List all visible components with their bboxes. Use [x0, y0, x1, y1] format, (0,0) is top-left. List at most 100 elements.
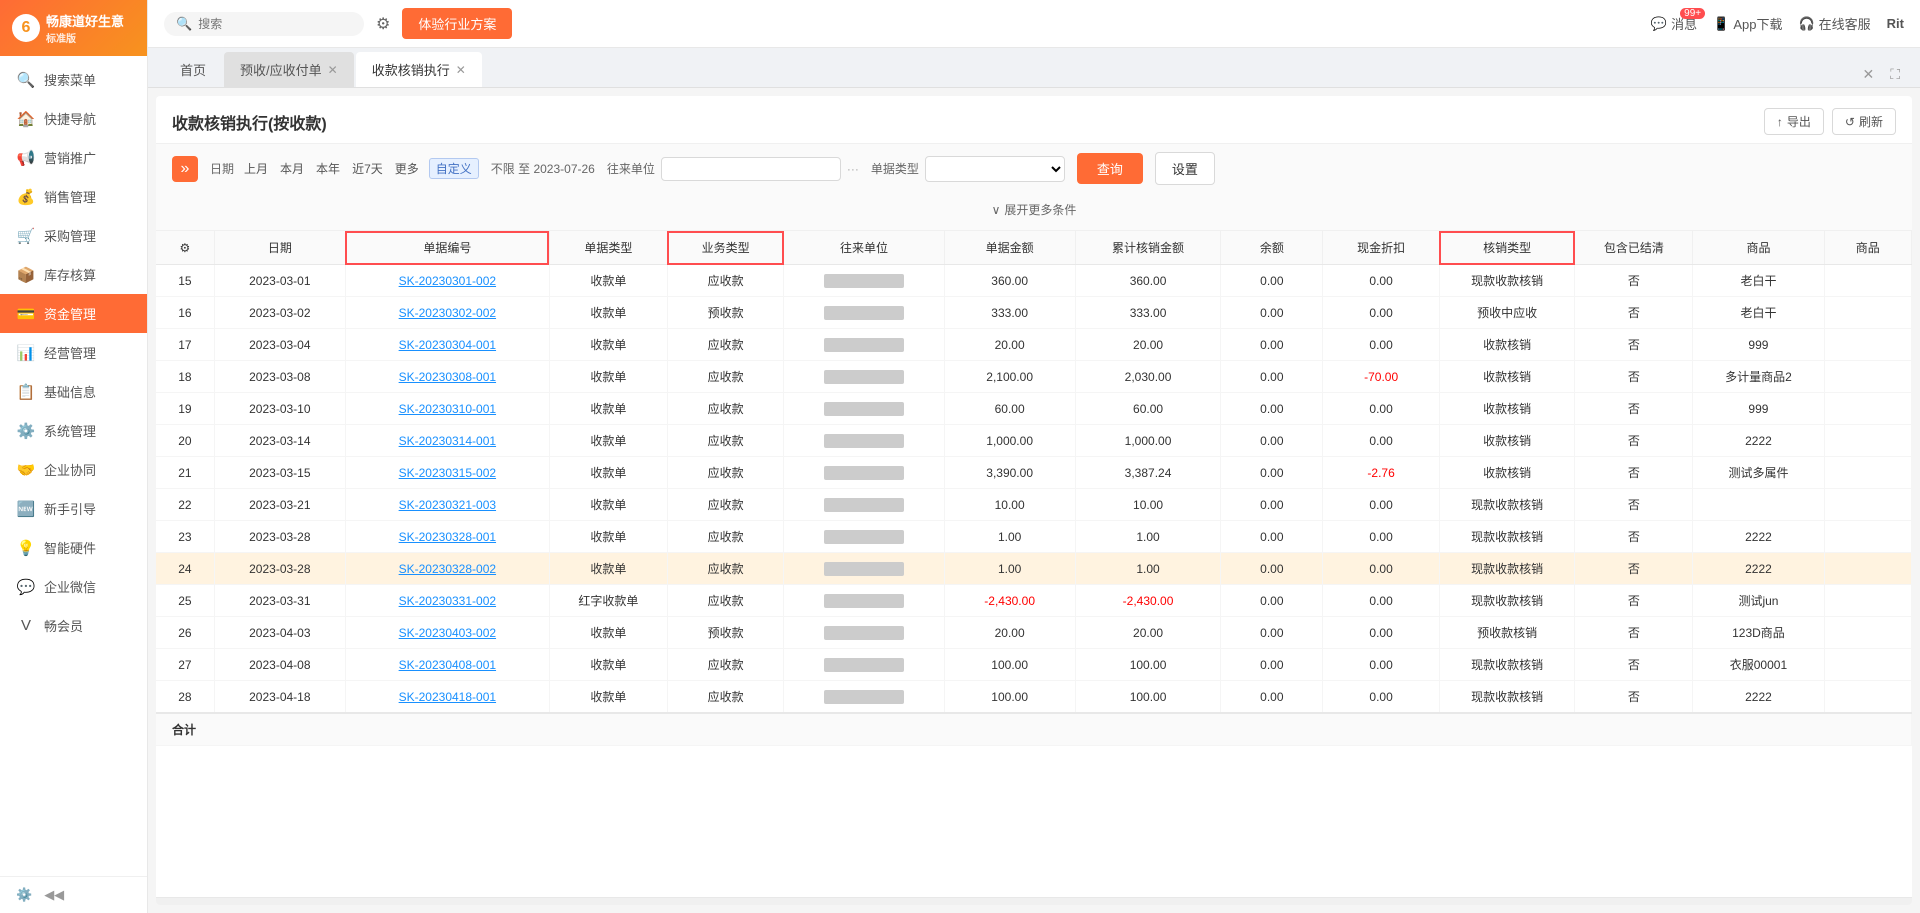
cell-offset-type: 收款核销 [1439, 361, 1575, 393]
doc-num-link[interactable]: SK-20230328-002 [399, 562, 496, 576]
doc-num-link[interactable]: SK-20230315-002 [399, 466, 496, 480]
sidebar-item-inventory[interactable]: 📦库存核算 [0, 255, 147, 294]
sidebar-item-hardware[interactable]: 💡智能硬件 [0, 528, 147, 567]
col-discount: 现金折扣 [1323, 231, 1440, 265]
cell-amount: 360.00 [944, 265, 1075, 297]
doc-num-link[interactable]: SK-20230403-002 [399, 626, 496, 640]
doc-num-link[interactable]: SK-20230408-001 [399, 658, 496, 672]
table-row[interactable]: 19 2023-03-10 SK-20230310-001 收款单 应收款 60… [156, 393, 1912, 425]
tab-fullscreen-btn[interactable]: ⛶ [1886, 62, 1904, 87]
table-row[interactable]: 27 2023-04-08 SK-20230408-001 收款单 应收款 10… [156, 649, 1912, 681]
cell-settled: 否 [1575, 553, 1693, 585]
table-row[interactable]: 17 2023-03-04 SK-20230304-001 收款单 应收款 20… [156, 329, 1912, 361]
table-row[interactable]: 23 2023-03-28 SK-20230328-001 收款单 应收款 1.… [156, 521, 1912, 553]
query-btn[interactable]: 查询 [1077, 153, 1143, 184]
tab-prereceipt-label: 预收/应收付单 [240, 60, 322, 79]
table-row[interactable]: 26 2023-04-03 SK-20230403-002 收款单 预收款 20… [156, 617, 1912, 649]
doc-num-link[interactable]: SK-20230302-002 [399, 306, 496, 320]
app-download-btn[interactable]: 📱 App下载 [1713, 14, 1782, 33]
cell-date: 2023-04-18 [214, 681, 345, 714]
service-btn[interactable]: 🎧 在线客服 [1798, 14, 1870, 33]
table-row[interactable]: 21 2023-03-15 SK-20230315-002 收款单 应收款 3,… [156, 457, 1912, 489]
doc-num-link[interactable]: SK-20230301-002 [399, 274, 496, 288]
table-row[interactable]: 24 2023-03-28 SK-20230328-002 收款单 应收款 1.… [156, 553, 1912, 585]
cell-amount: 1.00 [944, 521, 1075, 553]
cell-offset-type: 现款收款核销 [1439, 649, 1575, 681]
cell-biz-type: 应收款 [667, 489, 784, 521]
tab-collection-close[interactable]: ✕ [456, 63, 466, 77]
col-settings-icon[interactable]: ⚙ [180, 241, 191, 255]
cell-date: 2023-03-28 [214, 521, 345, 553]
sidebar-label-enterprise: 企业协同 [44, 460, 96, 479]
custom-date-btn[interactable]: 自定义 [429, 158, 479, 179]
more-btn[interactable]: 更多 [391, 158, 423, 179]
cell-amount: 20.00 [944, 329, 1075, 361]
sidebar-item-marketing[interactable]: 📢营销推广 [0, 138, 147, 177]
table-row[interactable]: 25 2023-03-31 SK-20230331-002 红字收款单 应收款 … [156, 585, 1912, 617]
industry-btn[interactable]: 体验行业方案 [402, 8, 512, 39]
topbar-search[interactable]: 🔍 [164, 12, 364, 36]
cell-doc-num: SK-20230328-001 [345, 521, 549, 553]
table-row[interactable]: 20 2023-03-14 SK-20230314-001 收款单 应收款 1,… [156, 425, 1912, 457]
cell-discount: 0.00 [1323, 425, 1440, 457]
this-year-btn[interactable]: 本年 [312, 158, 344, 179]
doc-num-link[interactable]: SK-20230310-001 [399, 402, 496, 416]
table-row[interactable]: 18 2023-03-08 SK-20230308-001 收款单 应收款 2,… [156, 361, 1912, 393]
doc-num-link[interactable]: SK-20230328-001 [399, 530, 496, 544]
cell-no: 16 [156, 297, 214, 329]
sidebar-item-guide[interactable]: 🆕新手引导 [0, 489, 147, 528]
expand-more-btn[interactable]: ∨ 展开更多条件 [992, 201, 1077, 218]
filter-settings-btn[interactable]: 设置 [1155, 152, 1215, 185]
collapse-icon[interactable]: ◀◀ [44, 887, 64, 903]
col-date: 日期 [214, 231, 345, 265]
sidebar-item-operations[interactable]: 📊经营管理 [0, 333, 147, 372]
doctype-select[interactable] [925, 156, 1065, 182]
tab-prereceipt[interactable]: 预收/应收付单 ✕ [224, 52, 354, 87]
table-scrollbar[interactable] [156, 897, 1912, 905]
cell-doc-num: SK-20230310-001 [345, 393, 549, 425]
sidebar-item-quicknav[interactable]: 🏠快捷导航 [0, 99, 147, 138]
user-avatar[interactable]: Rit [1887, 16, 1904, 31]
doc-num-link[interactable]: SK-20230308-001 [399, 370, 496, 384]
this-month-btn[interactable]: 本月 [276, 158, 308, 179]
cell-goods2 [1824, 489, 1912, 521]
last7-btn[interactable]: 近7天 [348, 158, 387, 179]
col-balance: 余额 [1221, 231, 1323, 265]
filter-expand-btn[interactable]: » [172, 156, 198, 182]
sidebar-item-wechat[interactable]: 💬企业微信 [0, 567, 147, 606]
export-btn[interactable]: ↑ 导出 [1764, 108, 1824, 135]
system-icon: ⚙️ [16, 422, 36, 440]
table-row[interactable]: 22 2023-03-21 SK-20230321-003 收款单 应收款 10… [156, 489, 1912, 521]
gear-icon[interactable]: ⚙ [376, 14, 390, 34]
doc-num-link[interactable]: SK-20230321-003 [399, 498, 496, 512]
last-month-btn[interactable]: 上月 [240, 158, 272, 179]
refresh-icon: ↺ [1845, 115, 1855, 129]
table-row[interactable]: 15 2023-03-01 SK-20230301-002 收款单 应收款 36… [156, 265, 1912, 297]
doc-num-link[interactable]: SK-20230314-001 [399, 434, 496, 448]
cell-discount: 0.00 [1323, 297, 1440, 329]
sidebar-item-member[interactable]: V畅会员 [0, 606, 147, 645]
table-row[interactable]: 28 2023-04-18 SK-20230418-001 收款单 应收款 10… [156, 681, 1912, 714]
sidebar-item-enterprise[interactable]: 🤝企业协同 [0, 450, 147, 489]
tab-close-all-btn[interactable]: ✕ [1858, 62, 1878, 87]
col-settings[interactable]: ⚙ [156, 231, 214, 265]
doc-num-link[interactable]: SK-20230331-002 [399, 594, 496, 608]
tab-collection[interactable]: 收款核销执行 ✕ [356, 52, 482, 87]
doc-num-link[interactable]: SK-20230304-001 [399, 338, 496, 352]
tab-prereceipt-close[interactable]: ✕ [328, 63, 338, 77]
partner-input[interactable] [661, 157, 841, 181]
sidebar-item-search[interactable]: 🔍搜索菜单 [0, 60, 147, 99]
sidebar-item-base[interactable]: 📋基础信息 [0, 372, 147, 411]
sidebar-item-finance[interactable]: 💳资金管理 [0, 294, 147, 333]
message-btn[interactable]: 💬 消息 99+ [1651, 14, 1697, 33]
settings-icon[interactable]: ⚙️ [16, 887, 32, 903]
table-row[interactable]: 16 2023-03-02 SK-20230302-002 收款单 预收款 33… [156, 297, 1912, 329]
refresh-btn[interactable]: ↺ 刷新 [1832, 108, 1896, 135]
mobile-icon: 📱 [1713, 16, 1729, 32]
sidebar-item-system[interactable]: ⚙️系统管理 [0, 411, 147, 450]
tab-home[interactable]: 首页 [164, 52, 222, 87]
sidebar-item-purchase[interactable]: 🛒采购管理 [0, 216, 147, 255]
sidebar-item-sales[interactable]: 💰销售管理 [0, 177, 147, 216]
doc-num-link[interactable]: SK-20230418-001 [399, 690, 496, 704]
search-input[interactable] [198, 17, 352, 31]
